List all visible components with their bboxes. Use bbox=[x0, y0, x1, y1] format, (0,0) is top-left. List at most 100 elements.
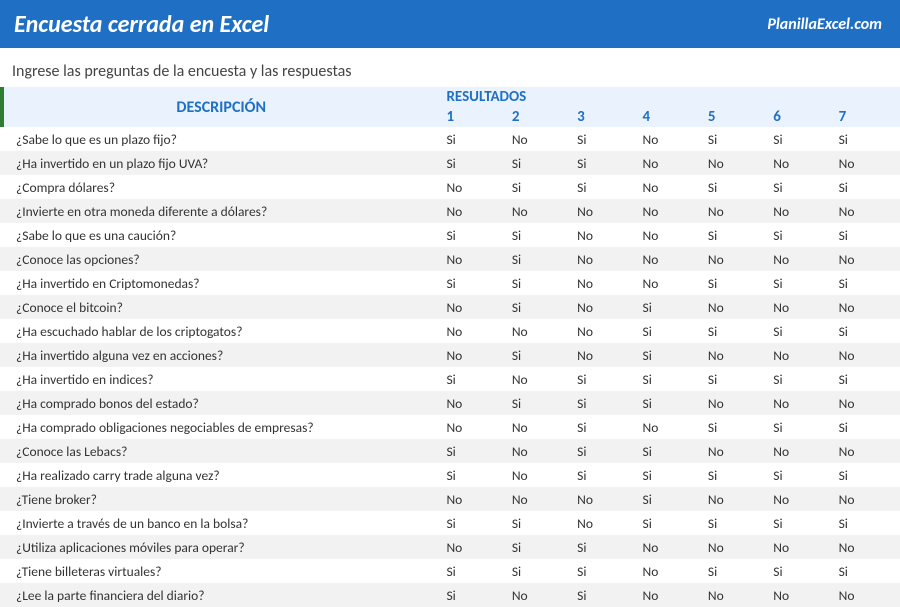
answer-cell: Si bbox=[508, 175, 573, 199]
table-row: ¿Ha invertido en indices?SiNoSiSiSiSiSi bbox=[0, 367, 900, 391]
answer-cell: No bbox=[769, 247, 834, 271]
answer-cell: Si bbox=[769, 463, 834, 487]
col-7: 7 bbox=[835, 107, 900, 127]
header-row-1: DESCRIPCIÓN RESULTADOS bbox=[0, 87, 900, 107]
answer-cell: No bbox=[639, 535, 704, 559]
answer-cell: No bbox=[704, 583, 769, 607]
answer-cell: Si bbox=[573, 415, 638, 439]
answer-cell: Si bbox=[639, 511, 704, 535]
table-row: ¿Ha invertido en un plazo fijo UVA?SiSiS… bbox=[0, 151, 900, 175]
table-body: ¿Sabe lo que es un plazo fijo?SiNoSiNoSi… bbox=[0, 127, 900, 607]
table-row: ¿Utiliza aplicaciones móviles para opera… bbox=[0, 535, 900, 559]
question-cell: ¿Invierte a través de un banco en la bol… bbox=[0, 511, 442, 535]
answer-cell: Si bbox=[442, 271, 507, 295]
col-description: DESCRIPCIÓN bbox=[0, 87, 442, 127]
answer-cell: No bbox=[639, 151, 704, 175]
answer-cell: No bbox=[573, 199, 638, 223]
answer-cell: Si bbox=[835, 463, 900, 487]
answer-cell: Si bbox=[442, 127, 507, 151]
answer-cell: No bbox=[769, 439, 834, 463]
answer-cell: No bbox=[508, 439, 573, 463]
answer-cell: Si bbox=[835, 319, 900, 343]
col-5: 5 bbox=[704, 107, 769, 127]
answer-cell: Si bbox=[835, 511, 900, 535]
answer-cell: No bbox=[639, 247, 704, 271]
answer-cell: Si bbox=[573, 127, 638, 151]
question-cell: ¿Tiene broker? bbox=[0, 487, 442, 511]
answer-cell: Si bbox=[769, 415, 834, 439]
question-cell: ¿Conoce las Lebacs? bbox=[0, 439, 442, 463]
answer-cell: Si bbox=[639, 463, 704, 487]
question-cell: ¿Ha invertido en indices? bbox=[0, 367, 442, 391]
survey-table: DESCRIPCIÓN RESULTADOS 1 2 3 4 5 6 7 ¿Sa… bbox=[0, 87, 900, 607]
answer-cell: Si bbox=[769, 367, 834, 391]
answer-cell: No bbox=[704, 151, 769, 175]
answer-cell: No bbox=[573, 223, 638, 247]
answer-cell: Si bbox=[769, 559, 834, 583]
answer-cell: No bbox=[508, 415, 573, 439]
answer-cell: No bbox=[704, 295, 769, 319]
answer-cell: Si bbox=[508, 295, 573, 319]
col-6: 6 bbox=[769, 107, 834, 127]
answer-cell: Si bbox=[835, 127, 900, 151]
answer-cell: Si bbox=[639, 391, 704, 415]
answer-cell: No bbox=[442, 415, 507, 439]
answer-cell: Si bbox=[442, 511, 507, 535]
answer-cell: Si bbox=[573, 583, 638, 607]
answer-cell: No bbox=[704, 487, 769, 511]
question-cell: ¿Ha escuchado hablar de los criptogatos? bbox=[0, 319, 442, 343]
answer-cell: No bbox=[442, 391, 507, 415]
table-row: ¿Tiene billeteras virtuales?SiSiSiNoSiSi… bbox=[0, 559, 900, 583]
answer-cell: Si bbox=[573, 151, 638, 175]
answer-cell: No bbox=[508, 319, 573, 343]
answer-cell: No bbox=[704, 343, 769, 367]
answer-cell: Si bbox=[704, 223, 769, 247]
table-row: ¿Ha escuchado hablar de los criptogatos?… bbox=[0, 319, 900, 343]
question-cell: ¿Tiene billeteras virtuales? bbox=[0, 559, 442, 583]
answer-cell: Si bbox=[508, 151, 573, 175]
answer-cell: Si bbox=[704, 463, 769, 487]
answer-cell: Si bbox=[442, 583, 507, 607]
answer-cell: Si bbox=[442, 439, 507, 463]
answer-cell: No bbox=[442, 175, 507, 199]
answer-cell: No bbox=[835, 391, 900, 415]
page-title: Encuesta cerrada en Excel bbox=[14, 10, 269, 39]
answer-cell: No bbox=[835, 247, 900, 271]
answer-cell: No bbox=[442, 535, 507, 559]
answer-cell: Si bbox=[769, 271, 834, 295]
answer-cell: No bbox=[704, 439, 769, 463]
answer-cell: No bbox=[639, 199, 704, 223]
question-cell: ¿Sabe lo que es una caución? bbox=[0, 223, 442, 247]
answer-cell: Si bbox=[704, 511, 769, 535]
answer-cell: Si bbox=[639, 439, 704, 463]
table-row: ¿Sabe lo que es una caución?SiSiNoNoSiSi… bbox=[0, 223, 900, 247]
col-1: 1 bbox=[442, 107, 507, 127]
answer-cell: Si bbox=[704, 271, 769, 295]
answer-cell: No bbox=[704, 535, 769, 559]
answer-cell: No bbox=[573, 319, 638, 343]
answer-cell: Si bbox=[442, 463, 507, 487]
question-cell: ¿Conoce el bitcoin? bbox=[0, 295, 442, 319]
answer-cell: Si bbox=[508, 391, 573, 415]
question-cell: ¿Ha invertido en un plazo fijo UVA? bbox=[0, 151, 442, 175]
answer-cell: No bbox=[769, 391, 834, 415]
answer-cell: Si bbox=[639, 319, 704, 343]
table-row: ¿Conoce el bitcoin?NoSiNoSiNoNoNo bbox=[0, 295, 900, 319]
table-row: ¿Invierte a través de un banco en la bol… bbox=[0, 511, 900, 535]
question-cell: ¿Ha invertido alguna vez en acciones? bbox=[0, 343, 442, 367]
answer-cell: Si bbox=[508, 271, 573, 295]
answer-cell: No bbox=[704, 199, 769, 223]
answer-cell: No bbox=[835, 535, 900, 559]
answer-cell: Si bbox=[508, 223, 573, 247]
answer-cell: Si bbox=[769, 319, 834, 343]
question-cell: ¿Lee la parte financiera del diario? bbox=[0, 583, 442, 607]
brand-label: PlanillaExcel.com bbox=[767, 15, 882, 34]
answer-cell: Si bbox=[835, 271, 900, 295]
question-cell: ¿Ha comprado obligaciones negociables de… bbox=[0, 415, 442, 439]
answer-cell: No bbox=[508, 367, 573, 391]
answer-cell: No bbox=[573, 247, 638, 271]
answer-cell: Si bbox=[835, 415, 900, 439]
answer-cell: No bbox=[835, 343, 900, 367]
answer-cell: No bbox=[508, 583, 573, 607]
table-row: ¿Lee la parte financiera del diario?SiNo… bbox=[0, 583, 900, 607]
